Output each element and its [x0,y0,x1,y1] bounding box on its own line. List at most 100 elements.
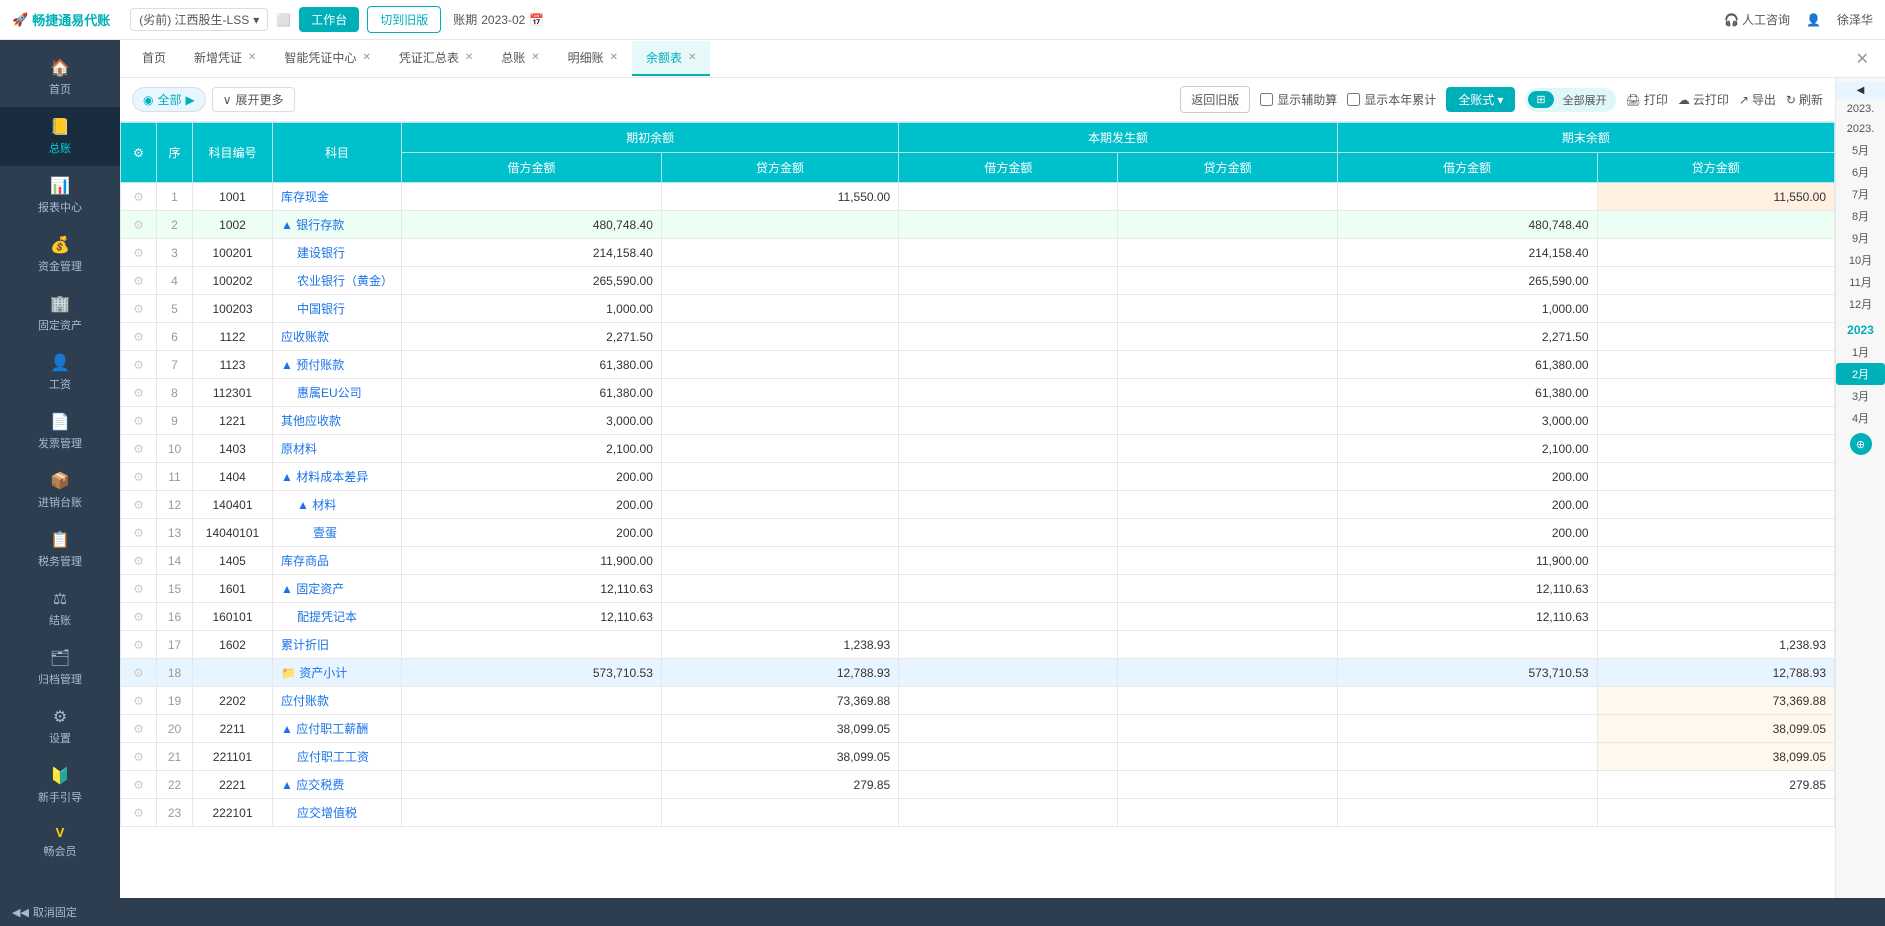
collapse-panel-button[interactable]: ◀ [1836,82,1885,99]
sidebar-item-settlement[interactable]: ⚖ 结账 [0,579,120,638]
row-name-cell[interactable]: 中国银行 [273,295,402,323]
row-name-cell[interactable]: 农业银行（黄金） [273,267,402,295]
settings-cell[interactable]: ⚙ [121,407,157,435]
settings-cell[interactable]: ⚙ [121,435,157,463]
month-9[interactable]: 9月 [1836,227,1885,249]
month-7[interactable]: 7月 [1836,183,1885,205]
settings-cell[interactable]: ⚙ [121,743,157,771]
settings-cell[interactable]: ⚙ [121,491,157,519]
settings-cell[interactable]: ⚙ [121,519,157,547]
consult-button[interactable]: 🎧 人工咨询 [1724,11,1790,28]
tab-home[interactable]: 首页 [128,41,180,76]
month-10[interactable]: 10月 [1836,249,1885,271]
settings-cell[interactable]: ⚙ [121,631,157,659]
month-3[interactable]: 3月 [1836,385,1885,407]
show-ytd-checkbox[interactable]: 显示本年累计 [1347,91,1436,108]
settings-cell[interactable]: ⚙ [121,239,157,267]
tab-smart-voucher-close[interactable]: ✕ [362,52,370,63]
settings-cell[interactable]: ⚙ [121,323,157,351]
calendar-icon[interactable]: 📅 [529,13,544,27]
sidebar-item-member[interactable]: V 畅会员 [0,815,120,869]
settings-cell[interactable]: ⚙ [121,295,157,323]
settings-cell[interactable]: ⚙ [121,799,157,827]
settings-cell[interactable]: ⚙ [121,603,157,631]
settings-cell[interactable]: ⚙ [121,211,157,239]
tab-balance[interactable]: 余额表 ✕ [632,41,710,76]
tab-smart-voucher[interactable]: 智能凭证中心 ✕ [270,41,384,76]
row-name-cell[interactable]: 应付职工工资 [273,743,402,771]
row-name-cell[interactable]: 库存现金 [273,183,402,211]
tab-detail-ledger[interactable]: 明细账 ✕ [554,41,632,76]
sidebar-item-home[interactable]: 🏠 首页 [0,48,120,107]
month-5[interactable]: 5月 [1836,139,1885,161]
expand-all-toggle[interactable]: ⊞ 全部展开 [1525,88,1615,112]
month-8[interactable]: 8月 [1836,205,1885,227]
sidebar-item-invoices[interactable]: 📄 发票管理 [0,402,120,461]
row-name-cell[interactable]: ▲ 固定资产 [273,575,402,603]
settings-cell[interactable]: ⚙ [121,687,157,715]
tab-ledger-close[interactable]: ✕ [531,52,539,63]
settings-cell[interactable]: ⚙ [121,463,157,491]
sidebar-item-tax[interactable]: 📋 税务管理 [0,520,120,579]
return-old-button[interactable]: 返回旧版 [1180,86,1250,113]
row-name-cell[interactable]: ▲ 银行存款 [273,211,402,239]
scroll-indicator[interactable]: ⊕ [1850,433,1872,455]
sidebar-item-funds[interactable]: 💰 资金管理 [0,225,120,284]
show-aux-checkbox[interactable]: 显示辅助算 [1260,91,1337,108]
row-name-cell[interactable]: 应收账款 [273,323,402,351]
settings-cell[interactable]: ⚙ [121,659,157,687]
unpin-label[interactable]: 取消固定 [33,904,77,920]
row-name-cell[interactable]: 应交增值税 [273,799,402,827]
settings-cell[interactable]: ⚙ [121,351,157,379]
cloud-print-button[interactable]: ☁ 云打印 [1678,91,1729,108]
settings-cell[interactable]: ⚙ [121,715,157,743]
row-name-cell[interactable]: 累计折旧 [273,631,402,659]
row-name-cell[interactable]: ▲ 材料成本差异 [273,463,402,491]
month-4[interactable]: 4月 [1836,407,1885,429]
refresh-button[interactable]: ↻ 刷新 [1786,91,1823,108]
row-name-cell[interactable]: 库存商品 [273,547,402,575]
settings-cell[interactable]: ⚙ [121,771,157,799]
tab-voucher-summary[interactable]: 凭证汇总表 ✕ [385,41,487,76]
print-button[interactable]: 🖨 打印 [1626,91,1668,108]
settings-cell[interactable]: ⚙ [121,267,157,295]
tab-balance-close[interactable]: ✕ [688,52,696,63]
settings-cell[interactable]: ⚙ [121,547,157,575]
row-name-cell[interactable]: 配提凭记本 [273,603,402,631]
tab-bar-close-button[interactable]: ✕ [1848,49,1877,69]
switch-version-button[interactable]: 切到旧版 [367,6,441,33]
row-name-cell[interactable]: ▲ 预付账款 [273,351,402,379]
tab-add-voucher-close[interactable]: ✕ [248,52,256,63]
row-name-cell[interactable]: 建设银行 [273,239,402,267]
row-name-cell[interactable]: ▲ 应付职工薪酬 [273,715,402,743]
sidebar-item-purchase[interactable]: 📦 进销台账 [0,461,120,520]
export-button[interactable]: ↗ 导出 [1739,91,1776,108]
workbench-button[interactable]: 工作台 [299,7,359,32]
month-12[interactable]: 12月 [1836,293,1885,315]
show-ytd-input[interactable] [1347,93,1360,106]
row-name-cell[interactable]: ▲ 材料 [273,491,402,519]
row-name-cell[interactable]: 应付账款 [273,687,402,715]
user-name[interactable]: 徐泽华 [1837,11,1873,28]
sidebar-item-archive[interactable]: 🗂 归档管理 [0,638,120,697]
month-11[interactable]: 11月 [1836,271,1885,293]
sidebar-item-reports[interactable]: 📊 报表中心 [0,166,120,225]
tab-voucher-summary-close[interactable]: ✕ [465,52,473,63]
settings-cell[interactable]: ⚙ [121,379,157,407]
tab-add-voucher[interactable]: 新增凭证 ✕ [180,41,270,76]
row-name-cell[interactable]: ▲ 应交税费 [273,771,402,799]
tab-detail-ledger-close[interactable]: ✕ [610,52,618,63]
expand-more-button[interactable]: ∨ 展开更多 [212,87,295,112]
tab-ledger[interactable]: 总账 ✕ [487,41,553,76]
sidebar-item-settings[interactable]: ⚙ 设置 [0,697,120,756]
month-2[interactable]: 2月 [1836,363,1885,385]
month-6[interactable]: 6月 [1836,161,1885,183]
copy-icon[interactable]: ⬜ [276,13,291,27]
sidebar-item-payroll[interactable]: 👤 工资 [0,343,120,402]
settings-cell[interactable]: ⚙ [121,575,157,603]
row-name-cell[interactable]: 惠属EU公司 [273,379,402,407]
row-name-cell[interactable]: 壹蛋 [273,519,402,547]
show-aux-input[interactable] [1260,93,1273,106]
row-name-cell[interactable]: 其他应收款 [273,407,402,435]
settings-col-header[interactable]: ⚙ [121,123,157,183]
